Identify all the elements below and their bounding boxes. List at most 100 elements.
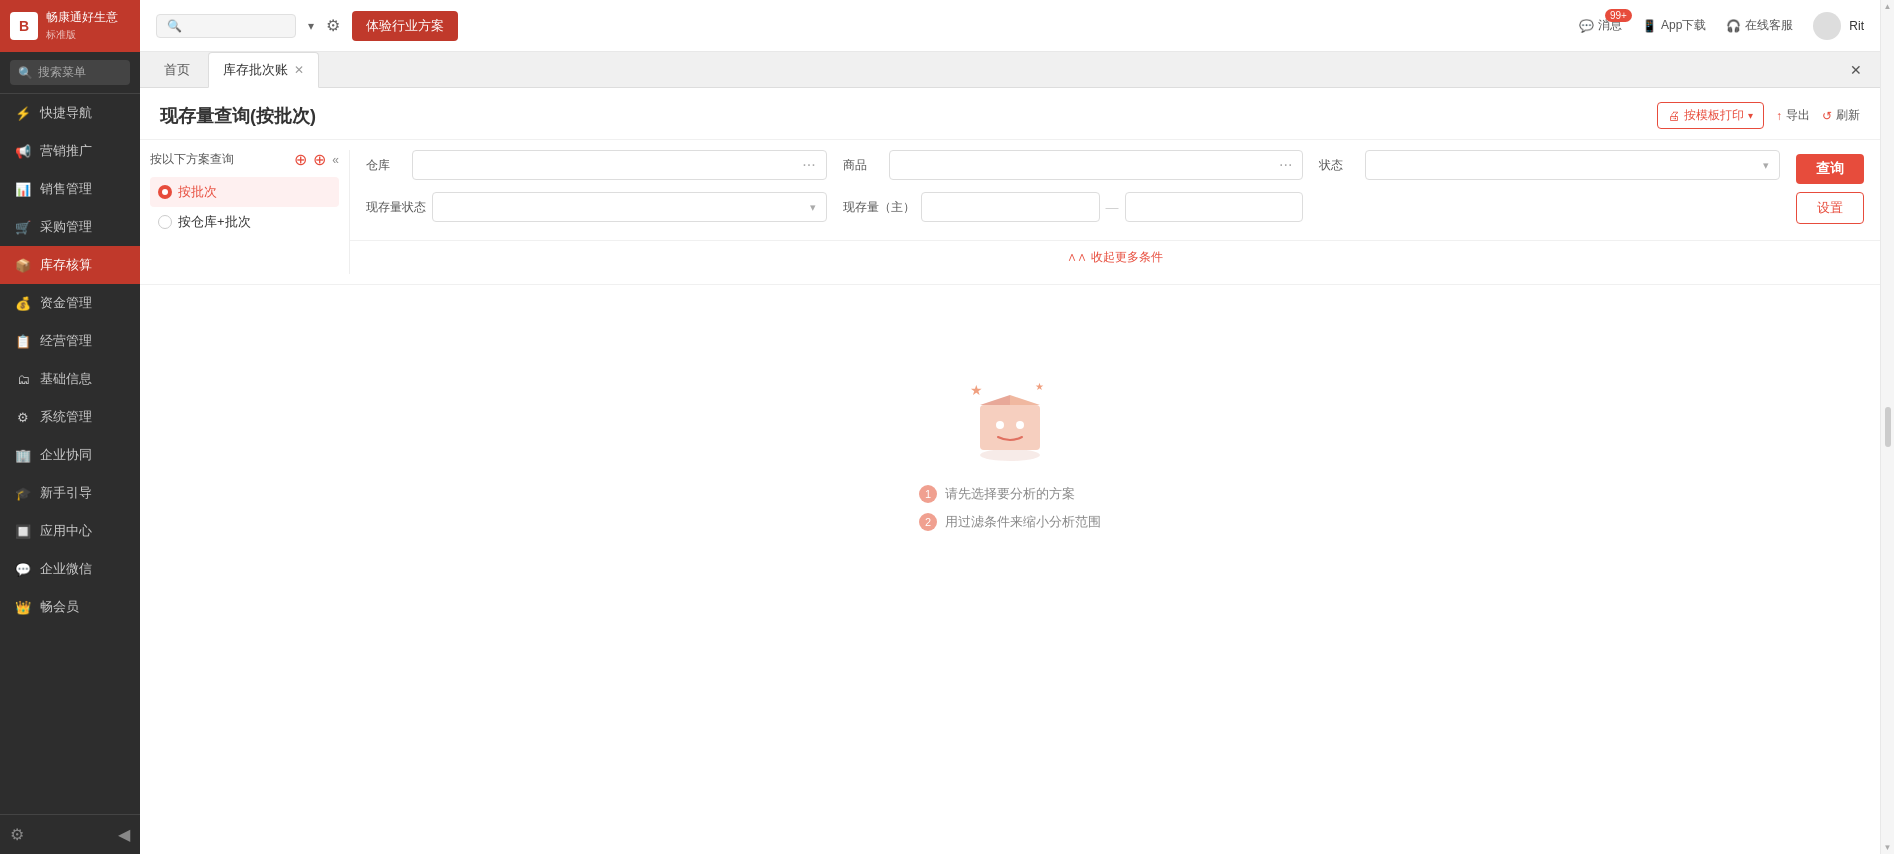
warehouse-label: 仓库 [366,157,406,174]
scheme-label: 按以下方案查询 [150,151,234,168]
enterprise-icon: 🏢 [14,446,32,464]
empty-step-1: 1 请先选择要分析的方案 [919,485,1101,503]
online-service-btn[interactable]: 🎧 在线客服 [1726,17,1793,34]
step-2-circle: 2 [919,513,937,531]
filter-actions: 查询 设置 [1796,154,1880,224]
inactive-scheme-dot [158,215,172,229]
search-menu-label: 搜索菜单 [38,64,86,81]
sidebar-item-marketing[interactable]: 📢 营销推广 [0,132,140,170]
settings-icon[interactable]: ⚙ [10,825,24,844]
topbar-search-box[interactable]: 🔍 [156,14,296,38]
sales-icon: 📊 [14,180,32,198]
sidebar-search-area[interactable]: 🔍 搜索菜单 [0,52,140,94]
member-icon: 👑 [14,598,32,616]
app-download-btn[interactable]: 📱 App下载 [1642,17,1706,34]
industry-btn[interactable]: 体验行业方案 [352,11,458,41]
topbar-gear-icon[interactable]: ⚙ [326,16,340,35]
sidebar-item-finance[interactable]: 💰 资金管理 [0,284,140,322]
export-btn[interactable]: ↑ 导出 [1776,107,1810,124]
sidebar-item-apps[interactable]: 🔲 应用中心 [0,512,140,550]
phone-icon: 📱 [1642,19,1657,33]
active-scheme-dot [158,185,172,199]
scheme-label-batch: 按批次 [178,183,217,201]
page-header-actions: 🖨 按模板打印 ▾ ↑ 导出 ↺ 刷新 [1657,102,1860,129]
inventory-status-select[interactable]: ▾ [432,192,827,222]
refresh-btn[interactable]: ↺ 刷新 [1822,107,1860,124]
sidebar-item-purchase[interactable]: 🛒 采购管理 [0,208,140,246]
topbar-search-icon: 🔍 [167,19,182,33]
tab-home[interactable]: 首页 [150,52,204,88]
scheme-by-batch[interactable]: 按批次 [150,177,339,207]
sidebar-item-newbie[interactable]: 🎓 新手引导 [0,474,140,512]
query-btn[interactable]: 查询 [1796,154,1864,184]
inventory-qty-label: 现存量（主） [843,199,915,216]
app-logo: B [10,12,38,40]
sidebar-nav: ⚡ 快捷导航 📢 营销推广 📊 销售管理 🛒 采购管理 📦 库存核算 💰 资金管… [0,94,140,814]
filter-sidebar: 按以下方案查询 ⊕ ⊕ « 按批次 按仓库+批次 [140,150,350,274]
empty-state: ★ ★ 1 请先选择要分析的方案 2 用过滤条件来缩小分析范围 [140,285,1880,611]
svg-text:★: ★ [1035,381,1044,392]
inventory-qty-from[interactable] [921,192,1100,222]
scheme-collapse-icon[interactable]: « [332,153,339,167]
print-dropdown-icon[interactable]: ▾ [1748,110,1753,121]
messages-badge: 99+ [1605,9,1632,22]
wechat-icon: 💬 [14,560,32,578]
settings-btn[interactable]: 设置 [1796,192,1864,224]
tab-home-label: 首页 [164,61,190,79]
right-scrollbar[interactable]: ▲ ▼ [1880,0,1894,854]
avatar [1813,12,1841,40]
status-select[interactable]: ▾ [1365,150,1780,180]
warehouse-dots-icon[interactable]: ··· [802,156,815,174]
online-service-label: 在线客服 [1745,17,1793,34]
warehouse-input[interactable]: ··· [412,150,827,180]
scheme-settings-icon[interactable]: ⊕ [313,150,326,169]
page-content: 现存量查询(按批次) 🖨 按模板打印 ▾ ↑ 导出 ↺ 刷新 [140,88,1880,854]
empty-step-2: 2 用过滤条件来缩小分析范围 [919,513,1101,531]
sidebar-item-sales[interactable]: 📊 销售管理 [0,170,140,208]
filter-sidebar-actions: ⊕ ⊕ « [294,150,339,169]
sidebar-item-inventory[interactable]: 📦 库存核算 [0,246,140,284]
sidebar-item-label: 资金管理 [40,294,92,312]
sidebar-item-system[interactable]: ⚙ 系统管理 [0,398,140,436]
tab-close-btn[interactable]: ✕ [294,63,304,77]
scroll-up-icon: ▲ [1884,2,1892,11]
svg-rect-5 [980,405,1040,450]
collapse-more-conditions-btn[interactable]: ∧∧ 收起更多条件 [350,240,1880,274]
sidebar-item-enterprise[interactable]: 🏢 企业协同 [0,436,140,474]
quick-nav-icon: ⚡ [14,104,32,122]
sidebar-collapse-btn[interactable]: ◀ [118,825,130,844]
search-menu-input[interactable]: 🔍 搜索菜单 [10,60,130,85]
product-input[interactable]: ··· [889,150,1304,180]
print-btn[interactable]: 🖨 按模板打印 ▾ [1657,102,1764,129]
scheme-by-warehouse-batch[interactable]: 按仓库+批次 [150,207,339,237]
status-label: 状态 [1319,157,1359,174]
filter-main: 仓库 ··· 商品 ··· [350,150,1796,234]
sidebar-item-label: 系统管理 [40,408,92,426]
inventory-icon: 📦 [14,256,32,274]
marketing-icon: 📢 [14,142,32,160]
user-avatar-btn[interactable]: Rit [1813,12,1864,40]
sidebar-footer: ⚙ ◀ [0,814,140,854]
app-version: 标准版 [46,28,118,42]
app-info: 畅康通好生意 标准版 [46,10,118,42]
scroll-down-icon: ▼ [1884,843,1892,852]
close-tab-area-btn[interactable]: ✕ [1842,58,1870,82]
page-title: 现存量查询(按批次) [160,104,316,128]
svg-marker-4 [1010,395,1040,405]
page-header: 现存量查询(按批次) 🖨 按模板打印 ▾ ↑ 导出 ↺ 刷新 [140,88,1880,140]
sidebar-item-member[interactable]: 👑 畅会员 [0,588,140,626]
inventory-qty-to[interactable] [1125,192,1304,222]
messages-btn[interactable]: 💬 消息 99+ [1579,17,1622,34]
sidebar-item-quick-nav[interactable]: ⚡ 快捷导航 [0,94,140,132]
svg-point-1 [980,449,1040,461]
sidebar-item-label: 畅会员 [40,598,79,616]
topbar-dropdown-btn[interactable]: ▾ [308,19,314,33]
add-scheme-icon[interactable]: ⊕ [294,150,307,169]
sidebar-item-basic[interactable]: 🗂 基础信息 [0,360,140,398]
sidebar-item-wechat[interactable]: 💬 企业微信 [0,550,140,588]
tab-inventory-batch[interactable]: 库存批次账 ✕ [208,52,319,88]
collapse-icon: ∧∧ [1067,250,1090,264]
product-dots-icon[interactable]: ··· [1279,156,1292,174]
sidebar-item-operations[interactable]: 📋 经营管理 [0,322,140,360]
topbar: 🔍 ▾ ⚙ 体验行业方案 💬 消息 99+ 📱 App下载 🎧 在线客服 Rit [140,0,1880,52]
